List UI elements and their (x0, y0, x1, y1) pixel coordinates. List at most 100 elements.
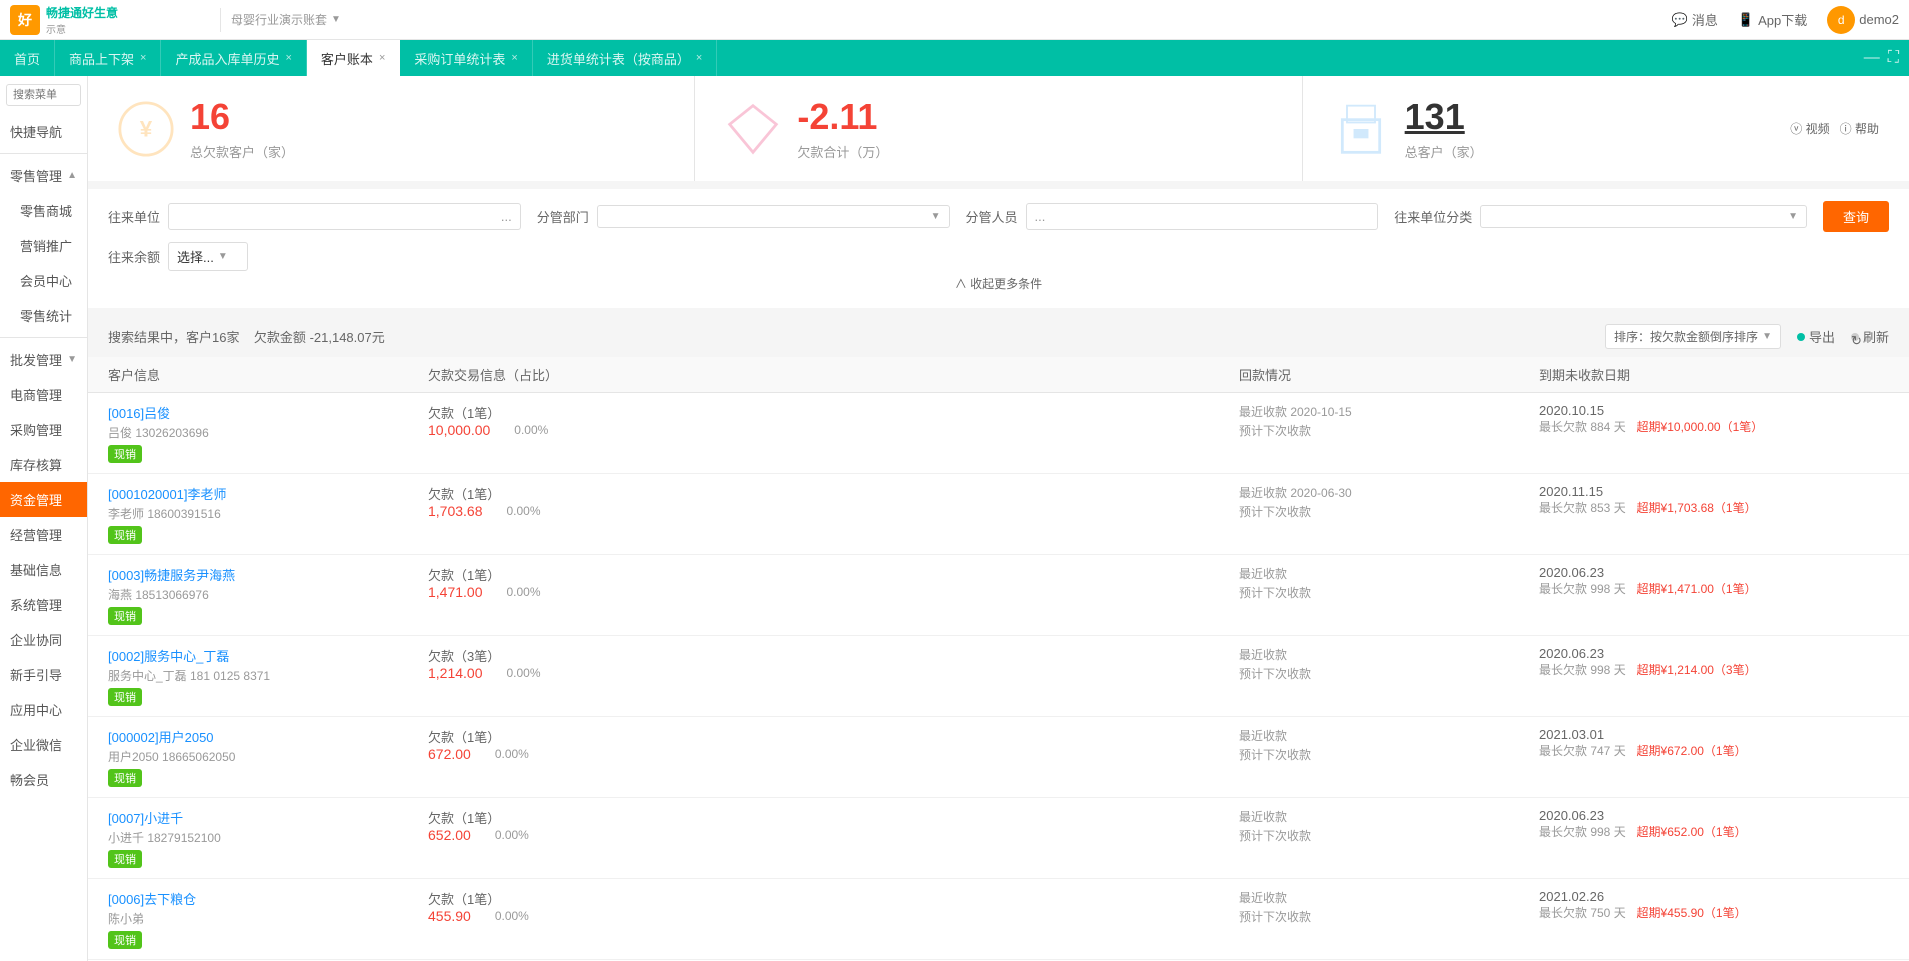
debt-ratio-5: 0.00% (495, 828, 529, 842)
sidebar-item-quick-nav[interactable]: 快捷导航 (0, 114, 87, 149)
overdue-amount-0[interactable]: 超期¥10,000.00（1笔） (1637, 420, 1764, 434)
remaining-select[interactable]: 选择... ▼ (168, 242, 248, 271)
tab-product-list[interactable]: 商品上下架 × (55, 40, 161, 76)
due-info-2: 2020.06.23 最长欠款 998 天 超期¥1,471.00（1笔） (1539, 565, 1889, 597)
tab-customer-account[interactable]: 客户账本 × (307, 40, 400, 76)
user-menu[interactable]: d demo2 (1827, 6, 1899, 34)
customer-name-6[interactable]: [0006]去下粮仓 (108, 889, 428, 908)
tab-close-2[interactable]: × (285, 52, 291, 64)
sidebar-item-inventory[interactable]: 库存核算 (0, 447, 87, 482)
sidebar-item-ecommerce[interactable]: 电商管理 (0, 377, 87, 412)
refresh-btn[interactable]: ↻ 刷新 (1851, 327, 1889, 346)
tab-purchase-stats[interactable]: 采购订单统计表 × (400, 40, 532, 76)
collection-info-3: 最近收款 预计下次收款 (1239, 646, 1539, 682)
sidebar-item-retail-mgmt[interactable]: 零售管理 ▲ (0, 158, 87, 193)
tab-close-1[interactable]: × (140, 52, 146, 64)
customer-name-2[interactable]: [0003]畅捷服务尹海燕 (108, 565, 428, 584)
debt-amount-3: 1,214.00 (428, 665, 483, 681)
overdue-amount-5[interactable]: 超期¥652.00（1笔） (1637, 825, 1747, 839)
svg-text:¥: ¥ (140, 116, 153, 141)
due-info-1: 2020.11.15 最长欠款 853 天 超期¥1,703.68（1笔） (1539, 484, 1889, 516)
overdue-amount-2[interactable]: 超期¥1,471.00（1笔） (1637, 582, 1757, 596)
sidebar-item-enterprise-wechat[interactable]: 企业微信 (0, 727, 87, 762)
sidebar-item-app-center[interactable]: 应用中心 (0, 692, 87, 727)
collection-info-6: 最近收款 预计下次收款 (1239, 889, 1539, 925)
stat-info-3: 131 总客户（家） (1405, 96, 1483, 161)
message-btn[interactable]: 💬 消息 (1672, 10, 1718, 29)
customer-name-4[interactable]: [000002]用户2050 (108, 727, 428, 746)
manager-label: 分管人员 (966, 207, 1018, 226)
filter-manager: 分管人员 ... (966, 203, 1379, 230)
app-download-btn[interactable]: 📱 App下载 (1738, 10, 1807, 29)
filter-collapse-btn[interactable]: ∧ 收起更多条件 (108, 271, 1889, 296)
overdue-amount-4[interactable]: 超期¥672.00（1笔） (1637, 744, 1747, 758)
stats-row: ¥ 16 总欠款客户（家） -2.11 (88, 76, 1909, 181)
debt-count-1: 欠款（1笔） (428, 484, 500, 503)
source-unit-input[interactable]: ... (168, 203, 521, 230)
overdue-days-0: 最长欠款 884 天 (1539, 420, 1626, 434)
tab-stock-history[interactable]: 产成品入库单历史 × (161, 40, 306, 76)
table-row: [0003]畅捷服务尹海燕 海燕 18513066976 现销 欠款（1笔） 1… (88, 555, 1909, 636)
divider (220, 8, 221, 32)
chevron-icon: ▲ (67, 170, 77, 181)
export-btn[interactable]: 导出 (1797, 327, 1835, 346)
customer-name-3[interactable]: [0002]服务中心_丁磊 (108, 646, 428, 665)
tab-home[interactable]: 首页 (0, 40, 55, 76)
sidebar-item-marketing[interactable]: 营销推广 (0, 228, 87, 263)
stat-icon-diamond (725, 101, 781, 157)
due-date-4: 2021.03.01 (1539, 727, 1889, 742)
sidebar-item-operations[interactable]: 经营管理 (0, 517, 87, 552)
tab-close-5[interactable]: × (696, 52, 702, 64)
dept-select[interactable]: ▼ (597, 205, 950, 228)
chevron-dept: ▼ (931, 211, 941, 222)
latest-collection-6: 最近收款 (1239, 889, 1539, 906)
sort-select[interactable]: 排序：按欠款金额倒序排序 ▼ (1605, 324, 1781, 349)
sidebar-item-vip[interactable]: 畅会员 (0, 762, 87, 797)
help-btn[interactable]: ⓘ 帮助 (1840, 120, 1879, 137)
sidebar-item-finance[interactable]: 资金管理 (0, 482, 87, 517)
sidebar-item-system[interactable]: 系统管理 (0, 587, 87, 622)
customer-name-1[interactable]: [0001020001]李老师 (108, 484, 428, 503)
tab-maximize-btn[interactable]: ⛶ (1888, 49, 1899, 67)
stat-label-total-customers: 总客户（家） (1405, 142, 1483, 161)
sidebar-item-basic-info[interactable]: 基础信息 (0, 552, 87, 587)
manager-input[interactable]: ... (1026, 203, 1379, 230)
latest-collection-2: 最近收款 (1239, 565, 1539, 582)
stat-value-owed-customers: 16 (190, 96, 294, 138)
overdue-amount-3[interactable]: 超期¥1,214.00（3笔） (1637, 663, 1757, 677)
sidebar-item-wholesale-mgmt[interactable]: 批发管理 ▼ (0, 342, 87, 377)
tab-close-3[interactable]: × (379, 52, 385, 64)
next-collection-6: 预计下次收款 (1239, 908, 1539, 925)
overdue-amount-6[interactable]: 超期¥455.90（1笔） (1637, 906, 1747, 920)
sidebar-item-beginner-guide[interactable]: 新手引导 (0, 657, 87, 692)
filter-area: 往来单位 ... 分管部门 ▼ 分管人员 (88, 189, 1909, 308)
data-table: 客户信息 欠款交易信息（占比） 回款情况 到期未收款日期 [0016]吕俊 吕俊… (88, 357, 1909, 961)
sidebar-item-retail-stats[interactable]: 零售统计 (0, 298, 87, 333)
unit-category-select[interactable]: ▼ (1480, 205, 1807, 228)
demo-tag: 母婴行业演示账套 ▼ (231, 11, 341, 28)
query-button[interactable]: 查询 (1823, 201, 1889, 232)
customer-name-0[interactable]: [0016]吕俊 (108, 403, 428, 422)
table-row: [0016]吕俊 吕俊 13026203696 现销 欠款（1笔） 10,000… (88, 393, 1909, 474)
view-video-btn[interactable]: ⓥ 视频 (1790, 120, 1829, 137)
overdue-amount-1[interactable]: 超期¥1,703.68（1笔） (1637, 501, 1757, 515)
customer-name-5[interactable]: [0007]小进千 (108, 808, 428, 827)
source-unit-label: 往来单位 (108, 207, 160, 226)
tab-minimize-btn[interactable]: — (1864, 49, 1880, 67)
sidebar-item-member[interactable]: 会员中心 (0, 263, 87, 298)
customer-contact-1: 李老师 18600391516 (108, 505, 428, 522)
debt-info-3: 欠款（3笔） 1,214.00 0.00% (428, 646, 1239, 681)
sidebar-item-purchase[interactable]: 采购管理 (0, 412, 87, 447)
col-header-debt: 欠款交易信息（占比） (428, 365, 1239, 384)
sidebar-item-enterprise-collab[interactable]: 企业协同 (0, 622, 87, 657)
overdue-days-4: 最长欠款 747 天 (1539, 744, 1626, 758)
debt-count-5: 欠款（1笔） (428, 808, 500, 827)
sidebar-search-input[interactable] (6, 84, 81, 106)
debt-info-4: 欠款（1笔） 672.00 0.00% (428, 727, 1239, 762)
tab-purchase-product-stats[interactable]: 进货单统计表（按商品） × (533, 40, 717, 76)
table-row: [0007]小进千 小进千 18279152100 现销 欠款（1笔） 652.… (88, 798, 1909, 879)
tab-close-4[interactable]: × (511, 52, 517, 64)
sidebar-item-retail-store[interactable]: 零售商城 (0, 193, 87, 228)
customer-contact-0: 吕俊 13026203696 (108, 424, 428, 441)
debt-amount-1: 1,703.68 (428, 503, 483, 519)
